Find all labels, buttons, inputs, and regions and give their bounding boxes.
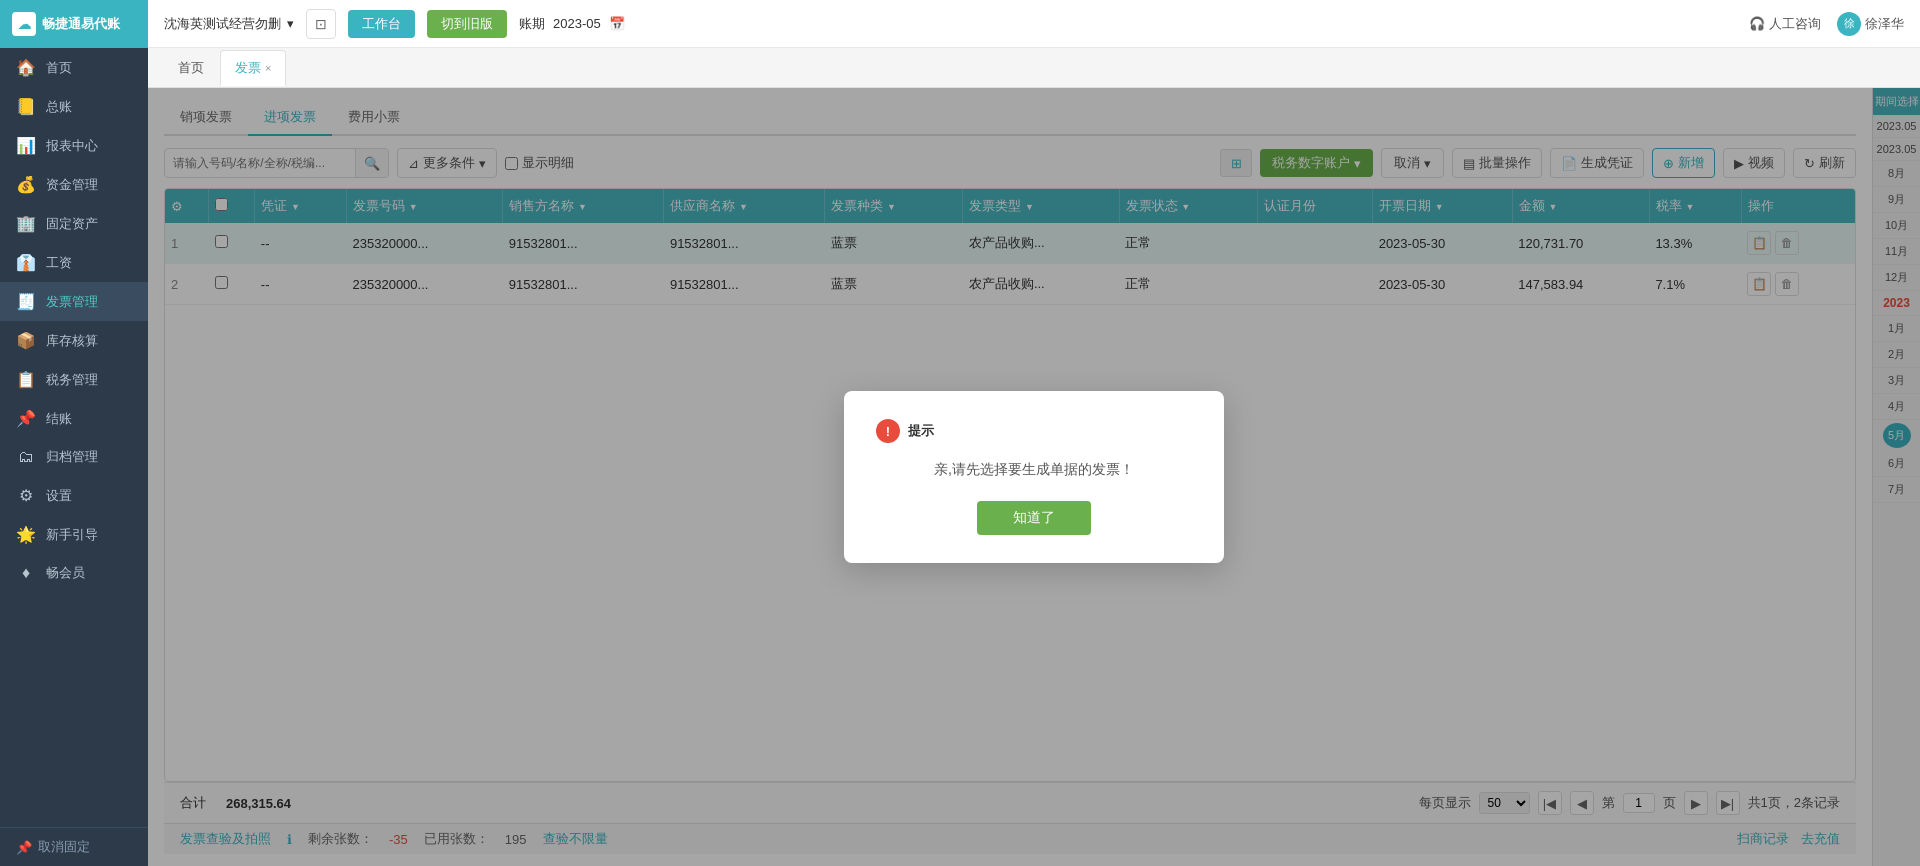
- app-name: 畅捷通易代账: [42, 15, 120, 33]
- assets-icon: 🏢: [16, 214, 36, 233]
- topbar: 沈海英测试经营勿删 ▾ ⊡ 工作台 切到旧版 账期 2023-05 📅 🎧 人工…: [148, 0, 1920, 48]
- company-name: 沈海英测试经营勿删: [164, 15, 281, 33]
- content-nav: 首页 发票 ×: [148, 48, 1920, 88]
- modal-box: ! 提示 亲,请先选择要生成单据的发票！ 知道了: [844, 391, 1224, 563]
- sidebar-item-tax[interactable]: 📋 税务管理: [0, 360, 148, 399]
- home-icon: 🏠: [16, 58, 36, 77]
- sidebar-label-home: 首页: [46, 59, 72, 77]
- company-dropdown-icon: ▾: [287, 16, 294, 31]
- guide-icon: 🌟: [16, 525, 36, 544]
- service-button[interactable]: 🎧 人工咨询: [1749, 15, 1821, 33]
- page-content: 销项发票 进项发票 费用小票 🔍 ⊿ 更多条件 ▾ 显示明细: [148, 88, 1920, 866]
- sidebar-item-assets[interactable]: 🏢 固定资产: [0, 204, 148, 243]
- sidebar-item-funds[interactable]: 💰 资金管理: [0, 165, 148, 204]
- sidebar-item-guide[interactable]: 🌟 新手引导: [0, 515, 148, 554]
- sidebar-label-reports: 报表中心: [46, 137, 98, 155]
- sidebar-label-assets: 固定资产: [46, 215, 98, 233]
- period-label: 账期: [519, 15, 545, 33]
- modal-message: 亲,请先选择要生成单据的发票！: [934, 461, 1134, 479]
- sidebar-item-closing[interactable]: 📌 结账: [0, 399, 148, 438]
- logo-icon: ☁: [12, 12, 36, 36]
- user-avatar: 徐: [1837, 12, 1861, 36]
- sidebar-item-reports[interactable]: 📊 报表中心: [0, 126, 148, 165]
- funds-icon: 💰: [16, 175, 36, 194]
- member-icon: ♦: [16, 564, 36, 582]
- modal-overlay: ! 提示 亲,请先选择要生成单据的发票！ 知道了: [148, 88, 1920, 866]
- sidebar-label-closing: 结账: [46, 410, 72, 428]
- warning-icon: !: [876, 419, 900, 443]
- sidebar-item-ledger[interactable]: 📒 总账: [0, 87, 148, 126]
- sidebar-label-inventory: 库存核算: [46, 332, 98, 350]
- calendar-icon[interactable]: 📅: [609, 16, 625, 31]
- sidebar-label-archive: 归档管理: [46, 448, 98, 466]
- copy-button[interactable]: ⊡: [306, 9, 336, 39]
- closing-icon: 📌: [16, 409, 36, 428]
- unpin-button[interactable]: 📌 取消固定: [0, 827, 148, 866]
- sidebar: ☁ 畅捷通易代账 🏠 首页 📒 总账 📊 报表中心 💰 资金管理 🏢 固定资产 …: [0, 0, 148, 866]
- tax-icon: 📋: [16, 370, 36, 389]
- ledger-icon: 📒: [16, 97, 36, 116]
- topbar-right: 🎧 人工咨询 徐 徐泽华: [1749, 12, 1904, 36]
- workspace-button[interactable]: 工作台: [348, 10, 415, 38]
- modal-title: ! 提示: [876, 419, 934, 443]
- invoice-icon: 🧾: [16, 292, 36, 311]
- salary-icon: 👔: [16, 253, 36, 272]
- modal-ok-button[interactable]: 知道了: [977, 501, 1091, 535]
- sidebar-item-settings[interactable]: ⚙ 设置: [0, 476, 148, 515]
- switch-version-button[interactable]: 切到旧版: [427, 10, 507, 38]
- headset-icon: 🎧: [1749, 16, 1765, 31]
- sidebar-item-member[interactable]: ♦ 畅会员: [0, 554, 148, 592]
- sidebar-label-guide: 新手引导: [46, 526, 98, 544]
- sidebar-label-tax: 税务管理: [46, 371, 98, 389]
- tab-home[interactable]: 首页: [164, 51, 218, 85]
- reports-icon: 📊: [16, 136, 36, 155]
- company-selector[interactable]: 沈海英测试经营勿删 ▾: [164, 15, 294, 33]
- close-invoice-tab[interactable]: ×: [265, 62, 271, 74]
- app-logo: ☁ 畅捷通易代账: [0, 0, 148, 48]
- period-value: 2023-05: [553, 16, 601, 31]
- user-menu[interactable]: 徐 徐泽华: [1837, 12, 1904, 36]
- sidebar-label-salary: 工资: [46, 254, 72, 272]
- sidebar-item-salary[interactable]: 👔 工资: [0, 243, 148, 282]
- sidebar-item-archive[interactable]: 🗂 归档管理: [0, 438, 148, 476]
- sidebar-label-member: 畅会员: [46, 564, 85, 582]
- settings-icon: ⚙: [16, 486, 36, 505]
- main-area: 沈海英测试经营勿删 ▾ ⊡ 工作台 切到旧版 账期 2023-05 📅 🎧 人工…: [148, 0, 1920, 866]
- inventory-icon: 📦: [16, 331, 36, 350]
- archive-icon: 🗂: [16, 448, 36, 466]
- period-display: 账期 2023-05 📅: [519, 15, 625, 33]
- sidebar-label-invoice: 发票管理: [46, 293, 98, 311]
- sidebar-label-funds: 资金管理: [46, 176, 98, 194]
- sidebar-item-home[interactable]: 🏠 首页: [0, 48, 148, 87]
- sidebar-label-ledger: 总账: [46, 98, 72, 116]
- sidebar-label-settings: 设置: [46, 487, 72, 505]
- tab-invoice[interactable]: 发票 ×: [220, 50, 286, 86]
- pin-icon: 📌: [16, 840, 32, 855]
- sidebar-item-inventory[interactable]: 📦 库存核算: [0, 321, 148, 360]
- sidebar-item-invoice[interactable]: 🧾 发票管理: [0, 282, 148, 321]
